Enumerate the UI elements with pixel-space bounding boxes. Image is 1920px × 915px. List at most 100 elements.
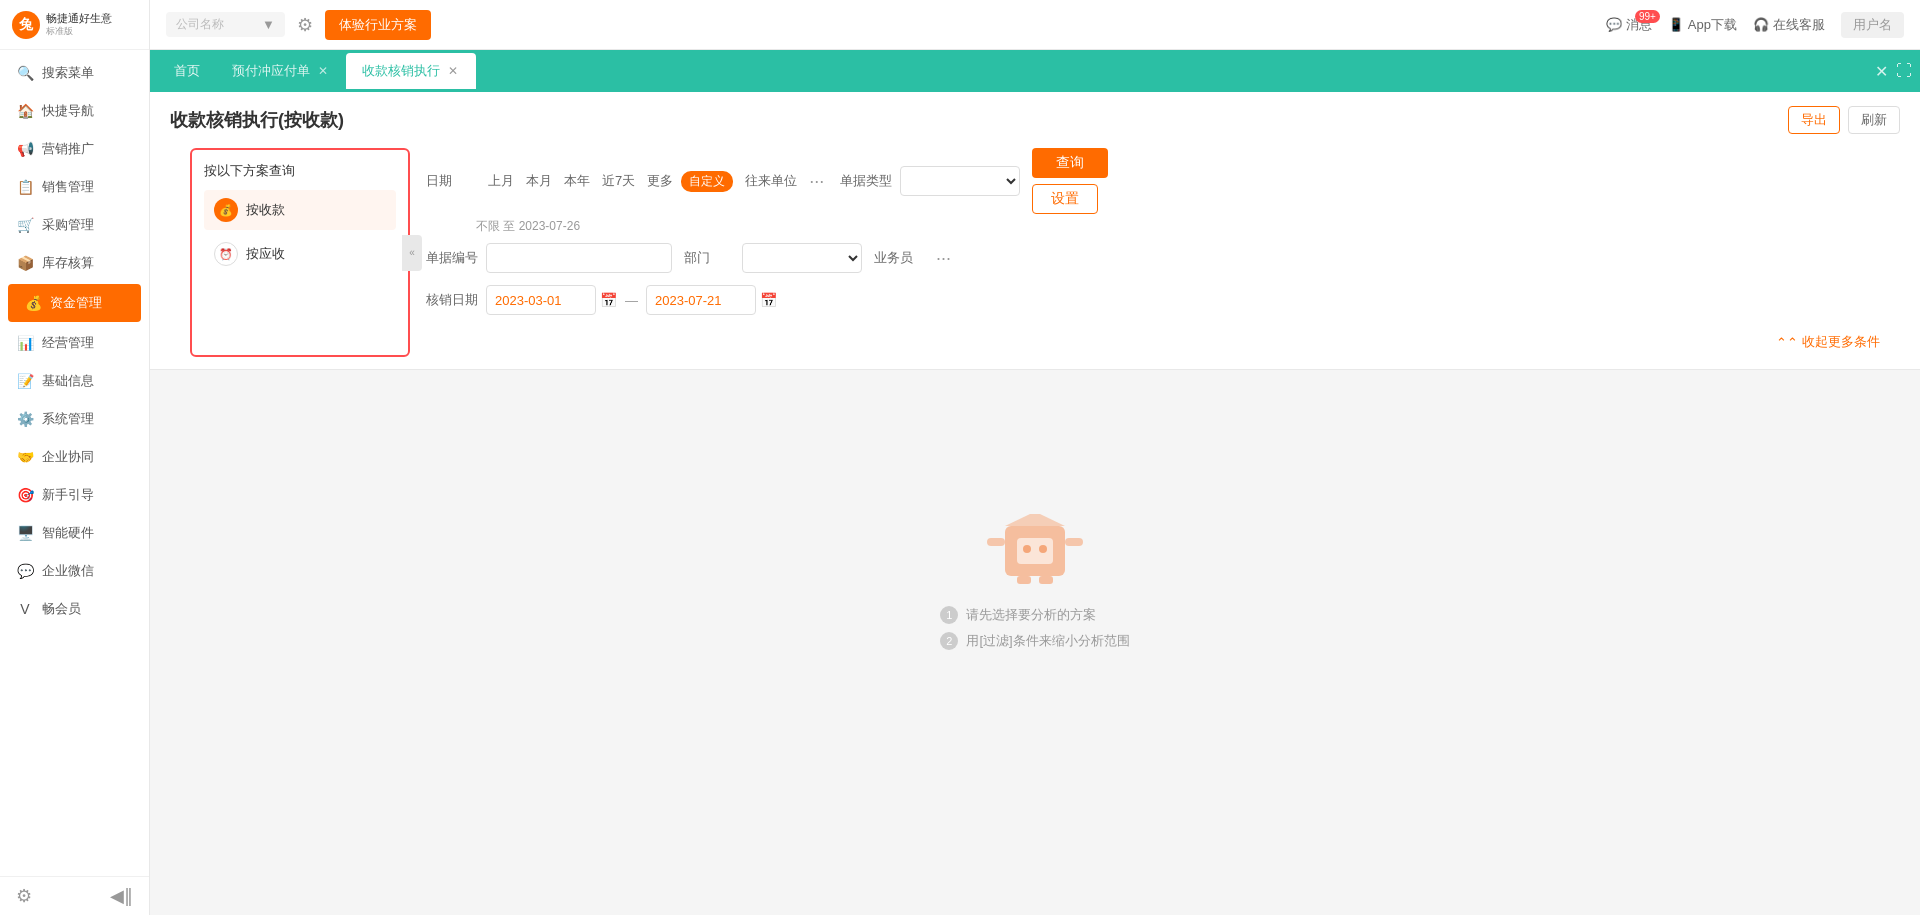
nav-label-7: 经营管理 (42, 334, 94, 352)
app-download-label: App下载 (1688, 16, 1737, 34)
nav-label-10: 企业协同 (42, 448, 94, 466)
nav-icon-4: 🛒 (16, 217, 34, 233)
verify-date-start-input[interactable] (486, 285, 596, 315)
verify-date-range: 📅 — 📅 (486, 285, 777, 315)
filter-row-2: 单据编号 部门 业务员 ··· (426, 243, 1880, 273)
chevron-up-icon: ⌃⌃ (1776, 335, 1798, 350)
doc-no-label: 单据编号 (426, 249, 478, 267)
company-selector[interactable]: 公司名称 ▼ (166, 12, 285, 37)
sidebar-item-资金管理[interactable]: 💰资金管理 (8, 284, 141, 322)
last-7days-shortcut[interactable]: 近7天 (598, 170, 639, 192)
topbar-right: 💬 消息 99+ 📱 App下载 🎧 在线客服 用户名 (1606, 12, 1904, 38)
tip-num-2: 2 (940, 632, 958, 650)
expand-icon[interactable]: ⛶ (1896, 62, 1912, 81)
start-calendar-icon[interactable]: 📅 (600, 292, 617, 308)
sidebar-item-采购管理[interactable]: 🛒采购管理 (0, 206, 149, 244)
sidebar-item-营销推广[interactable]: 📢营销推广 (0, 130, 149, 168)
tab-collection-verification[interactable]: 收款核销执行 ✕ (346, 53, 476, 89)
empty-illustration (975, 486, 1095, 586)
doc-type-select[interactable] (900, 166, 1020, 196)
dept-field: 部门 (684, 243, 862, 273)
tab-home[interactable]: 首页 (158, 53, 216, 89)
user-name: 用户名 (1853, 17, 1892, 32)
refresh-button[interactable]: 刷新 (1848, 106, 1900, 134)
dept-select[interactable] (742, 243, 862, 273)
query-buttons: 查询 设置 (1032, 148, 1108, 214)
logo-text: 畅捷通好生意 (46, 11, 112, 25)
message-button[interactable]: 💬 消息 99+ (1606, 16, 1652, 34)
filter-panel: 按以下方案查询 💰 按收款 ⏰ 按应收 « (190, 148, 410, 357)
tab-prepay[interactable]: 预付冲应付单 ✕ (216, 53, 346, 89)
sidebar-item-新手引导[interactable]: 🎯新手引导 (0, 476, 149, 514)
sidebar-item-系统管理[interactable]: ⚙️系统管理 (0, 400, 149, 438)
sidebar-item-企业微信[interactable]: 💬企业微信 (0, 552, 149, 590)
date-label: 日期 (426, 172, 476, 190)
export-button[interactable]: 导出 (1788, 106, 1840, 134)
doc-no-field: 单据编号 (426, 243, 672, 273)
collapse-left-icon: « (409, 247, 415, 258)
sidebar-item-基础信息[interactable]: 📝基础信息 (0, 362, 149, 400)
message-badge: 99+ (1635, 10, 1660, 23)
nav-icon-9: ⚙️ (16, 411, 34, 427)
counterparty-dots-btn[interactable]: ··· (805, 171, 828, 192)
empty-svg (975, 486, 1095, 586)
company-name: 公司名称 (176, 16, 256, 33)
page-title: 收款核销执行(按收款) (170, 108, 344, 132)
logo-sub: 标准版 (46, 25, 112, 38)
query-button[interactable]: 查询 (1032, 148, 1108, 178)
date-field: 日期 上月 本月 本年 近7天 更多 自定义 (426, 170, 733, 192)
nav-label-5: 库存核算 (42, 254, 94, 272)
last-month-shortcut[interactable]: 上月 (484, 170, 518, 192)
verify-date-label: 核销日期 (426, 291, 478, 309)
sidebar-item-库存核算[interactable]: 📦库存核算 (0, 244, 149, 282)
setting-button[interactable]: 设置 (1032, 184, 1098, 214)
prepay-tab-close-icon[interactable]: ✕ (316, 62, 330, 80)
online-service-label: 在线客服 (1773, 16, 1825, 34)
gear-icon[interactable]: ⚙ (297, 14, 313, 36)
app-download-button[interactable]: 📱 App下载 (1668, 16, 1737, 34)
doc-no-input[interactable] (486, 243, 672, 273)
dept-label: 部门 (684, 249, 734, 267)
filter-option-by-receipt[interactable]: 💰 按收款 (204, 190, 396, 230)
this-year-shortcut[interactable]: 本年 (560, 170, 594, 192)
svg-rect-4 (1017, 576, 1031, 584)
nav-icon-0: 🔍 (16, 65, 34, 81)
main-area: 公司名称 ▼ ⚙ 体验行业方案 💬 消息 99+ 📱 App下载 🎧 在线客服 … (150, 0, 1920, 915)
online-service-button[interactable]: 🎧 在线客服 (1753, 16, 1825, 34)
svg-point-3 (1039, 545, 1047, 553)
page-content: 收款核销执行(按收款) 导出 刷新 按以下方案查询 💰 按收款 (150, 92, 1920, 915)
nav-icon-8: 📝 (16, 373, 34, 389)
sidebar-item-搜索菜单[interactable]: 🔍搜索菜单 (0, 54, 149, 92)
end-calendar-icon[interactable]: 📅 (760, 292, 777, 308)
svg-point-2 (1023, 545, 1031, 553)
sidebar-item-企业协同[interactable]: 🤝企业协同 (0, 438, 149, 476)
sidebar-item-智能硬件[interactable]: 🖥️智能硬件 (0, 514, 149, 552)
settings-icon[interactable]: ⚙ (16, 885, 32, 907)
counterparty-field: 往来单位 ··· (745, 171, 828, 192)
close-window-icon[interactable]: ✕ (1875, 62, 1888, 81)
sidebar-item-快捷导航[interactable]: 🏠快捷导航 (0, 92, 149, 130)
collapse-more-button[interactable]: ⌃⌃ 收起更多条件 (426, 327, 1880, 357)
nav-icon-1: 🏠 (16, 103, 34, 119)
sidebar-item-销售管理[interactable]: 📋销售管理 (0, 168, 149, 206)
nav-label-12: 智能硬件 (42, 524, 94, 542)
by-receipt-label: 按收款 (246, 201, 285, 219)
industry-solution-button[interactable]: 体验行业方案 (325, 10, 431, 40)
filter-panel-collapse-button[interactable]: « (402, 235, 422, 271)
this-month-shortcut[interactable]: 本月 (522, 170, 556, 192)
more-date-shortcut[interactable]: 更多 (643, 170, 677, 192)
filter-option-by-receivable[interactable]: ⏰ 按应收 (204, 234, 396, 274)
user-menu[interactable]: 用户名 (1841, 12, 1904, 38)
receivable-icon: ⏰ (214, 242, 238, 266)
sidebar-item-畅会员[interactable]: V畅会员 (0, 590, 149, 628)
collection-tab-close-icon[interactable]: ✕ (446, 62, 460, 80)
custom-date-tag[interactable]: 自定义 (681, 171, 733, 192)
verify-date-end-input[interactable] (646, 285, 756, 315)
sidebar-item-经营管理[interactable]: 📊经营管理 (0, 324, 149, 362)
collapse-sidebar-icon[interactable]: ◀‖ (110, 885, 133, 907)
filter-panel-title: 按以下方案查询 (204, 162, 396, 180)
headset-icon: 🎧 (1753, 17, 1769, 32)
prepay-tab-label: 预付冲应付单 (232, 62, 310, 80)
staff-dots-btn[interactable]: ··· (932, 248, 955, 269)
svg-rect-6 (987, 538, 1005, 546)
